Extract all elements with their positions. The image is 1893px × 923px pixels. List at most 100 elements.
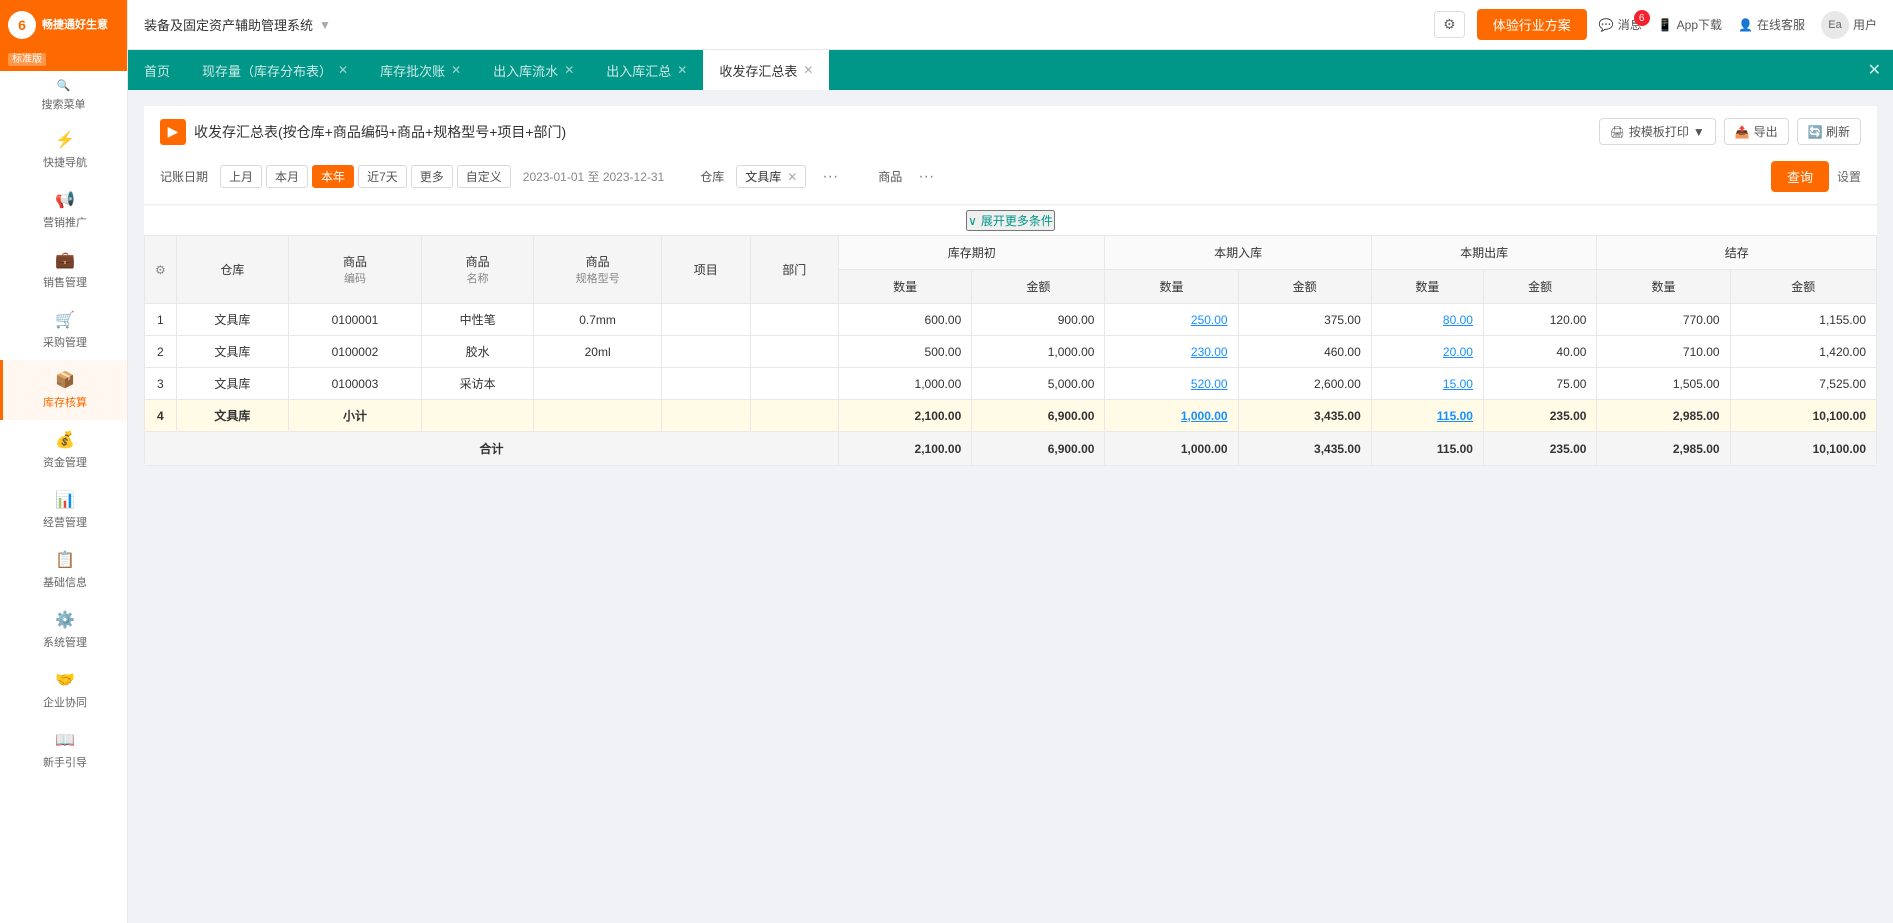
row1-goods-code: 0100001 <box>288 304 421 336</box>
tab-flow[interactable]: 出入库流水 ✕ <box>477 50 590 90</box>
tab-close-batch[interactable]: ✕ <box>451 63 461 77</box>
subtotal-warehouse: 文具库 <box>176 400 288 432</box>
row2-in-amt: 460.00 <box>1238 336 1371 368</box>
expand-row: ∨ 展开更多条件 <box>144 205 1877 235</box>
row1-in-qty[interactable]: 250.00 <box>1105 304 1238 336</box>
main-area: 装备及固定资产辅助管理系统 ▼ ⚙ 体验行业方案 💬 消息 6 📱 App下载 … <box>128 0 1893 923</box>
sidebar-item-sales[interactable]: 💼 销售管理 <box>0 240 127 300</box>
online-service-action[interactable]: 👤 在线客服 <box>1738 16 1805 33</box>
row2-in-qty[interactable]: 230.00 <box>1105 336 1238 368</box>
sidebar-item-finance[interactable]: 💰 资金管理 <box>0 420 127 480</box>
message-icon: 💬 <box>1599 18 1614 32</box>
tab-close-flow[interactable]: ✕ <box>564 63 574 77</box>
refresh-icon: 🔄 <box>1808 125 1823 139</box>
total-out-amt: 235.00 <box>1483 432 1596 466</box>
data-table: ⚙ 仓库 商品编码 商品名称 商品规格型号 项目 部门 库存期初 本期入库 本期… <box>144 235 1877 466</box>
query-button[interactable]: 查询 <box>1771 161 1829 192</box>
print-button[interactable]: 🖨 按模板打印 ▼ <box>1599 118 1716 145</box>
goods-more-button[interactable]: ··· <box>914 168 938 186</box>
row2-closing-qty: 710.00 <box>1597 336 1730 368</box>
row1-dept <box>750 304 839 336</box>
total-closing-amt: 10,100.00 <box>1730 432 1876 466</box>
row2-out-qty[interactable]: 20.00 <box>1371 336 1483 368</box>
subtotal-in-qty[interactable]: 1,000.00 <box>1105 400 1238 432</box>
sidebar-item-purchase[interactable]: 🛒 采购管理 <box>0 300 127 360</box>
user-action[interactable]: Ea 用户 <box>1821 11 1877 39</box>
filter-prev-month[interactable]: 上月 <box>220 165 262 188</box>
total-label: 合计 <box>145 432 839 466</box>
row3-goods-name: 采访本 <box>422 368 534 400</box>
row3-out-amt: 75.00 <box>1483 368 1596 400</box>
subtotal-in-amt: 3,435.00 <box>1238 400 1371 432</box>
sidebar-item-system[interactable]: ⚙️ 系统管理 <box>0 600 127 660</box>
sidebar-item-collab[interactable]: 🤝 企业协同 <box>0 660 127 720</box>
export-button[interactable]: 📤 导出 <box>1724 118 1789 145</box>
tab-close-recv-send[interactable]: ✕ <box>803 63 813 77</box>
filter-curr-month[interactable]: 本月 <box>266 165 308 188</box>
sidebar-item-operations[interactable]: 📊 经营管理 <box>0 480 127 540</box>
topbar-settings-button[interactable]: ⚙ <box>1434 11 1465 38</box>
tab-stock-dist[interactable]: 现存量（库存分布表） ✕ <box>186 50 364 90</box>
sidebar-item-search[interactable]: 🔍 搜索菜单 <box>0 71 127 120</box>
sidebar-item-base-info[interactable]: 📋 基础信息 <box>0 540 127 600</box>
row2-out-amt: 40.00 <box>1483 336 1596 368</box>
settings-col-header[interactable]: ⚙ <box>145 236 177 304</box>
row1-in-amt: 375.00 <box>1238 304 1371 336</box>
row1-opening-qty: 600.00 <box>839 304 972 336</box>
filter-toggle-button[interactable]: ▶ <box>160 119 186 145</box>
tab-recv-send[interactable]: 收发存汇总表 ✕ <box>703 50 829 90</box>
filter-more[interactable]: 更多 <box>411 165 453 188</box>
avatar: Ea <box>1821 11 1849 39</box>
date-range: 2023-01-01 至 2023-12-31 <box>523 168 664 185</box>
filter-7days[interactable]: 近7天 <box>358 165 407 188</box>
closing-amt-header: 金额 <box>1730 270 1876 304</box>
table-row: 2 文具库 0100002 胶水 20ml 500.00 1,000.00 23… <box>145 336 1877 368</box>
close-main-button[interactable]: ✕ <box>1856 60 1893 80</box>
goods-code-col-header: 商品编码 <box>288 236 421 304</box>
subtotal-out-amt: 235.00 <box>1483 400 1596 432</box>
sidebar-item-marketing[interactable]: 📢 营销推广 <box>0 180 127 240</box>
page-right-actions: 🖨 按模板打印 ▼ 📤 导出 🔄 刷新 <box>1599 118 1861 145</box>
filter-custom[interactable]: 自定义 <box>457 165 511 188</box>
subtotal-label: 小计 <box>288 400 421 432</box>
subtotal-out-qty[interactable]: 115.00 <box>1371 400 1483 432</box>
goods-filter-label: 商品 <box>878 168 902 185</box>
content-area: ▶ 收发存汇总表(按仓库+商品编码+商品+规格型号+项目+部门) 🖨 按模板打印… <box>128 90 1893 923</box>
row1-opening-amt: 900.00 <box>972 304 1105 336</box>
dept-col-header: 部门 <box>750 236 839 304</box>
total-in-qty: 1,000.00 <box>1105 432 1238 466</box>
subtotal-closing-amt: 10,100.00 <box>1730 400 1876 432</box>
sidebar-item-inventory[interactable]: 📦 库存核算 <box>0 360 127 420</box>
sidebar-item-guide[interactable]: 📖 新手引导 <box>0 720 127 780</box>
row1-out-qty[interactable]: 80.00 <box>1371 304 1483 336</box>
filter-curr-year[interactable]: 本年 <box>312 165 354 188</box>
subtotal-opening-amt: 6,900.00 <box>972 400 1105 432</box>
tab-close-summary[interactable]: ✕ <box>677 63 687 77</box>
row3-out-qty[interactable]: 15.00 <box>1371 368 1483 400</box>
chevron-down-icon: ▼ <box>1693 125 1705 139</box>
row3-closing-amt: 7,525.00 <box>1730 368 1876 400</box>
expand-button[interactable]: ∨ 展开更多条件 <box>966 210 1055 231</box>
logo-icon: 6 <box>8 11 36 39</box>
page-header: ▶ 收发存汇总表(按仓库+商品编码+商品+规格型号+项目+部门) 🖨 按模板打印… <box>144 106 1877 153</box>
table-header-group-row: ⚙ 仓库 商品编码 商品名称 商品规格型号 项目 部门 库存期初 本期入库 本期… <box>145 236 1877 270</box>
tab-home[interactable]: 首页 <box>128 50 186 90</box>
app-download-action[interactable]: 📱 App下载 <box>1658 16 1722 33</box>
row3-in-amt: 2,600.00 <box>1238 368 1371 400</box>
opening-group-header: 库存期初 <box>839 236 1105 270</box>
tab-batch[interactable]: 库存批次账 ✕ <box>364 50 477 90</box>
tab-summary[interactable]: 出入库汇总 ✕ <box>590 50 703 90</box>
sales-icon: 💼 <box>55 250 75 270</box>
row3-in-qty[interactable]: 520.00 <box>1105 368 1238 400</box>
row3-opening-amt: 5,000.00 <box>972 368 1105 400</box>
subtotal-closing-qty: 2,985.00 <box>1597 400 1730 432</box>
message-action[interactable]: 💬 消息 6 <box>1599 16 1642 33</box>
warehouse-tag-close[interactable]: ✕ <box>787 170 797 184</box>
refresh-button[interactable]: 🔄 刷新 <box>1797 118 1861 145</box>
sidebar-item-quick-nav[interactable]: ⚡ 快捷导航 <box>0 120 127 180</box>
tab-close-stock-dist[interactable]: ✕ <box>338 63 348 77</box>
inventory-icon: 📦 <box>55 370 75 390</box>
warehouse-more-button[interactable]: ··· <box>818 168 842 186</box>
settings-link[interactable]: 设置 <box>1837 168 1861 185</box>
trial-button[interactable]: 体验行业方案 <box>1477 9 1587 40</box>
